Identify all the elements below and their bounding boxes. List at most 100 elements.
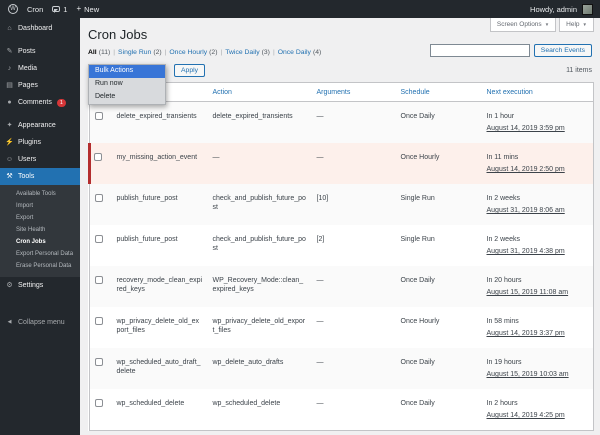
sidebar-item-appearance[interactable]: ✦ Appearance xyxy=(0,117,80,134)
action-cell: delete_expired_transients xyxy=(212,113,293,120)
hook-cell: publish_future_post xyxy=(116,236,178,243)
next-execution-relative: In 2 weeks xyxy=(486,195,520,202)
filter-link[interactable]: Once Hourly xyxy=(169,49,207,56)
sidebar-item-comments[interactable]: ● Comments 1 xyxy=(0,94,80,111)
sidebar-item-settings[interactable]: ⚙ Settings xyxy=(0,277,80,294)
submenu-item-import[interactable]: Import xyxy=(0,200,80,212)
sidebar-item-label: Comments xyxy=(18,99,52,106)
sidebar-item-label: Tools xyxy=(18,173,35,180)
new-content-menu[interactable]: + New xyxy=(76,5,99,14)
row-checkbox[interactable] xyxy=(95,194,103,202)
sidebar-item-label: Dashboard xyxy=(18,25,53,32)
row-checkbox-cell xyxy=(90,102,112,144)
arguments-cell: — xyxy=(316,400,324,407)
filter-twice-daily: Twice Daily (3) xyxy=(225,49,270,56)
screen-options-button[interactable]: Screen Options ▼ xyxy=(489,18,557,32)
column-header-next-execution[interactable]: Next execution xyxy=(481,82,594,102)
row-checkbox[interactable] xyxy=(95,317,103,325)
column-header-action[interactable]: Action xyxy=(207,82,312,102)
bulk-option-run-now[interactable]: Run now xyxy=(89,78,165,91)
plus-icon: + xyxy=(76,4,82,13)
table-body: delete_expired_transients delete_expired… xyxy=(88,101,594,431)
wordpress-logo-icon[interactable]: W xyxy=(8,4,18,14)
filter-count: (4) xyxy=(312,49,322,56)
action-cell: — xyxy=(212,154,220,161)
schedule-cell: Single Run xyxy=(400,195,435,202)
row-checkbox[interactable] xyxy=(95,276,103,284)
row-checkbox[interactable] xyxy=(95,112,103,120)
admin-bar-comments[interactable]: 1 xyxy=(52,5,67,14)
next-execution-cell: In 11 mins August 14, 2019 2:50 pm xyxy=(482,143,594,184)
comment-bubble-icon xyxy=(52,6,61,13)
next-execution-cell: In 20 hours August 15, 2019 11:08 am xyxy=(482,266,594,307)
row-checkbox-cell xyxy=(90,307,112,348)
next-execution-relative: In 58 mins xyxy=(486,318,519,325)
schedule-cell: Once Hourly xyxy=(400,154,440,161)
search-events-button[interactable]: Search Events xyxy=(533,44,592,57)
row-checkbox[interactable] xyxy=(95,399,103,407)
table-row: my_missing_action_event — — Once Hourly … xyxy=(88,143,594,184)
filter-separator: | xyxy=(220,49,223,56)
filter-separator: | xyxy=(272,49,275,56)
next-execution-cell: In 19 hours August 15, 2019 10:03 am xyxy=(482,348,594,389)
table-row: wp_scheduled_delete wp_scheduled_delete … xyxy=(90,389,594,431)
action-cell: check_and_publish_future_post xyxy=(212,195,306,211)
filter-link[interactable]: All xyxy=(88,49,97,56)
filter-link[interactable]: Single Run xyxy=(118,49,151,56)
action-cell: check_and_publish_future_post xyxy=(212,236,306,252)
filter-link[interactable]: Once Daily xyxy=(278,49,311,56)
sidebar-item-users[interactable]: ☺ Users xyxy=(0,151,80,168)
filter-single-run: Single Run (2) xyxy=(118,49,162,56)
sidebar-item-pages[interactable]: ▤ Pages xyxy=(0,77,80,94)
schedule-cell: Once Daily xyxy=(400,400,435,407)
column-header-schedule[interactable]: Schedule xyxy=(395,82,482,102)
submenu-item-cron-jobs[interactable]: Cron Jobs xyxy=(0,236,80,248)
user-avatar[interactable] xyxy=(582,3,593,15)
bulk-option-bulk-actions[interactable]: Bulk Actions xyxy=(89,64,165,78)
sidebar-item-posts[interactable]: ✎ Posts xyxy=(0,43,80,60)
sidebar-item-media[interactable]: ♪ Media xyxy=(0,60,80,77)
sidebar-item-label: Users xyxy=(18,156,37,163)
action-cell: wp_delete_auto_drafts xyxy=(212,359,284,366)
table-row: delete_expired_transients delete_expired… xyxy=(89,101,594,144)
hook-cell: recovery_mode_clean_expired_keys xyxy=(116,277,203,293)
next-execution-relative: In 1 hour xyxy=(486,113,515,120)
dashboard-icon: ⌂ xyxy=(7,25,12,32)
bulk-actions-select[interactable]: Bulk Actions Run now Delete xyxy=(88,63,166,105)
next-execution-date: August 14, 2019 3:37 pm xyxy=(486,330,565,337)
howdy-admin-menu[interactable]: Howdy, admin xyxy=(530,5,577,14)
filter-link[interactable]: Twice Daily xyxy=(225,49,259,56)
submenu-item-available-tools[interactable]: Available Tools xyxy=(0,188,80,200)
arguments-cell: — xyxy=(316,113,324,120)
schedule-cell: Once Daily xyxy=(400,277,435,284)
sidebar-item-tools[interactable]: ⚒ Tools xyxy=(0,168,80,185)
bulk-option-delete[interactable]: Delete xyxy=(89,91,165,104)
filter-count: (11) xyxy=(98,49,111,56)
collapse-menu-button[interactable]: ◀ Collapse menu xyxy=(0,314,80,331)
table-row: publish_future_post check_and_publish_fu… xyxy=(90,225,594,266)
search-input[interactable] xyxy=(429,44,530,57)
row-checkbox[interactable] xyxy=(95,358,103,366)
arguments-cell: [10] xyxy=(316,195,329,202)
row-checkbox[interactable] xyxy=(94,153,102,161)
filter-separator: | xyxy=(164,49,167,56)
site-name-menu[interactable]: Cron xyxy=(27,5,43,14)
sidebar-item-dashboard[interactable]: ⌂ Dashboard xyxy=(0,20,80,37)
column-header-arguments[interactable]: Arguments xyxy=(311,82,396,102)
apply-button[interactable]: Apply xyxy=(174,64,206,77)
sidebar-item-label: Settings xyxy=(18,282,44,289)
tools-icon: ⚒ xyxy=(6,173,13,180)
submenu-item-site-health[interactable]: Site Health xyxy=(0,224,80,236)
search-box: Search Events xyxy=(429,44,592,57)
bulk-actions-dropdown: Bulk Actions Run now Delete xyxy=(88,63,166,105)
row-checkbox[interactable] xyxy=(95,235,103,243)
posts-icon: ✎ xyxy=(6,48,13,55)
submenu-item-erase-personal-data[interactable]: Erase Personal Data xyxy=(0,260,80,272)
sidebar-item-plugins[interactable]: ⚡ Plugins xyxy=(0,134,80,151)
submenu-item-export-personal-data[interactable]: Export Personal Data xyxy=(0,248,80,260)
submenu-item-export[interactable]: Export xyxy=(0,212,80,224)
arguments-cell: — xyxy=(316,154,324,161)
help-button[interactable]: Help ▼ xyxy=(559,18,594,32)
arguments-cell: [2] xyxy=(316,236,325,243)
row-checkbox-cell xyxy=(90,184,112,225)
